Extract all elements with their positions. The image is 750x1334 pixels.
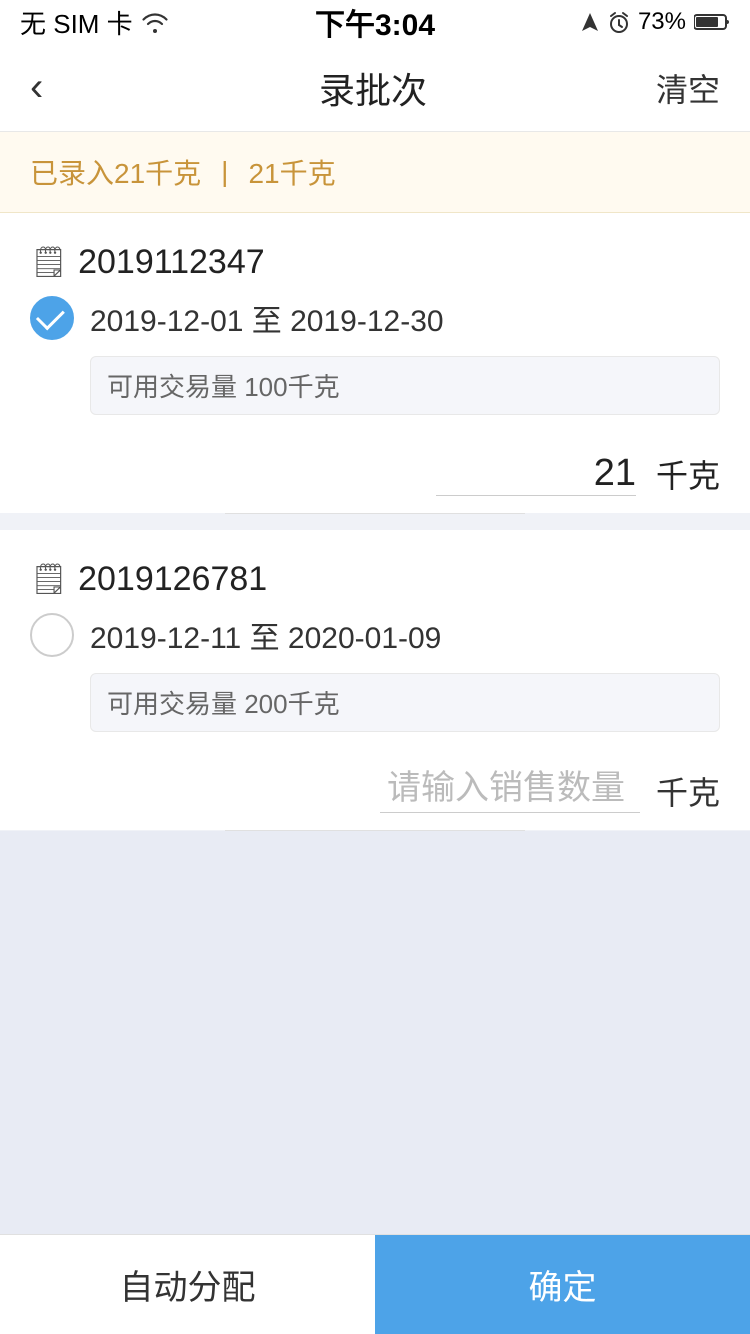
batch2-input-row: 千克 xyxy=(0,752,750,830)
batch1-date-row: 2019-12-01 至 2019-12-30 xyxy=(30,296,720,340)
banner-divider: | xyxy=(221,156,228,188)
clear-button[interactable]: 清空 xyxy=(656,65,720,111)
batch2-id: 2019126781 xyxy=(78,560,267,599)
batch1-radio[interactable] xyxy=(30,296,74,340)
batch1-id: 2019112347 xyxy=(78,243,265,282)
confirm-button[interactable]: 确定 xyxy=(375,1235,750,1334)
batch1-unit: 千克 xyxy=(656,451,720,497)
battery-percent: 73% xyxy=(638,8,686,36)
batch2-unit: 千克 xyxy=(656,768,720,814)
batch1-header: 🗒 2019112347 xyxy=(30,243,720,282)
batch-card-2: 🗒 2019126781 2019-12-11 至 2020-01-09 可用交… xyxy=(0,530,750,752)
batch2-icon: 🗒 xyxy=(30,562,68,597)
status-bar-left: 无 SIM 卡 xyxy=(20,4,169,41)
status-bar: 无 SIM 卡 下午3:04 73% xyxy=(0,0,750,44)
batch-card-1: 🗒 2019112347 2019-12-01 至 2019-12-30 可用交… xyxy=(0,213,750,435)
alarm-icon xyxy=(608,11,630,33)
batch1-quantity-row: 21 千克 xyxy=(0,435,750,513)
batch2-available: 可用交易量 200千克 xyxy=(90,673,720,732)
batch1-quantity-value: 21 xyxy=(594,452,636,495)
batch1-date: 2019-12-01 至 2019-12-30 xyxy=(90,296,444,340)
info-banner: 已录入21千克 | 21千克 xyxy=(0,132,750,213)
status-bar-right: 73% xyxy=(580,8,730,36)
wifi-icon xyxy=(141,11,169,33)
batch1-quantity-underline: 21 xyxy=(436,452,636,496)
footer: 自动分配 确定 xyxy=(0,1234,750,1334)
section-divider-1 xyxy=(0,514,750,530)
batch2-header: 🗒 2019126781 xyxy=(30,560,720,599)
status-time: 下午3:04 xyxy=(315,0,435,44)
batch2-quantity-input[interactable] xyxy=(380,769,640,813)
batch1-available: 可用交易量 100千克 xyxy=(90,356,720,415)
battery-icon xyxy=(694,13,730,31)
batch2-date: 2019-12-11 至 2020-01-09 xyxy=(90,613,441,657)
nav-bar: ‹ 录批次 清空 xyxy=(0,44,750,132)
sim-label: 无 SIM 卡 xyxy=(20,4,133,41)
location-icon xyxy=(580,11,600,33)
batch2-date-row: 2019-12-11 至 2020-01-09 xyxy=(30,613,720,657)
batch2-radio[interactable] xyxy=(30,613,74,657)
back-button[interactable]: ‹ xyxy=(30,65,90,110)
recorded-label: 已录入21千克 xyxy=(30,152,201,192)
auto-distribute-button[interactable]: 自动分配 xyxy=(0,1235,375,1334)
batch1-icon: 🗒 xyxy=(30,245,68,280)
page-title: 录批次 xyxy=(319,62,427,114)
bottom-area xyxy=(0,831,750,1234)
recorded-value: 21千克 xyxy=(248,152,335,192)
